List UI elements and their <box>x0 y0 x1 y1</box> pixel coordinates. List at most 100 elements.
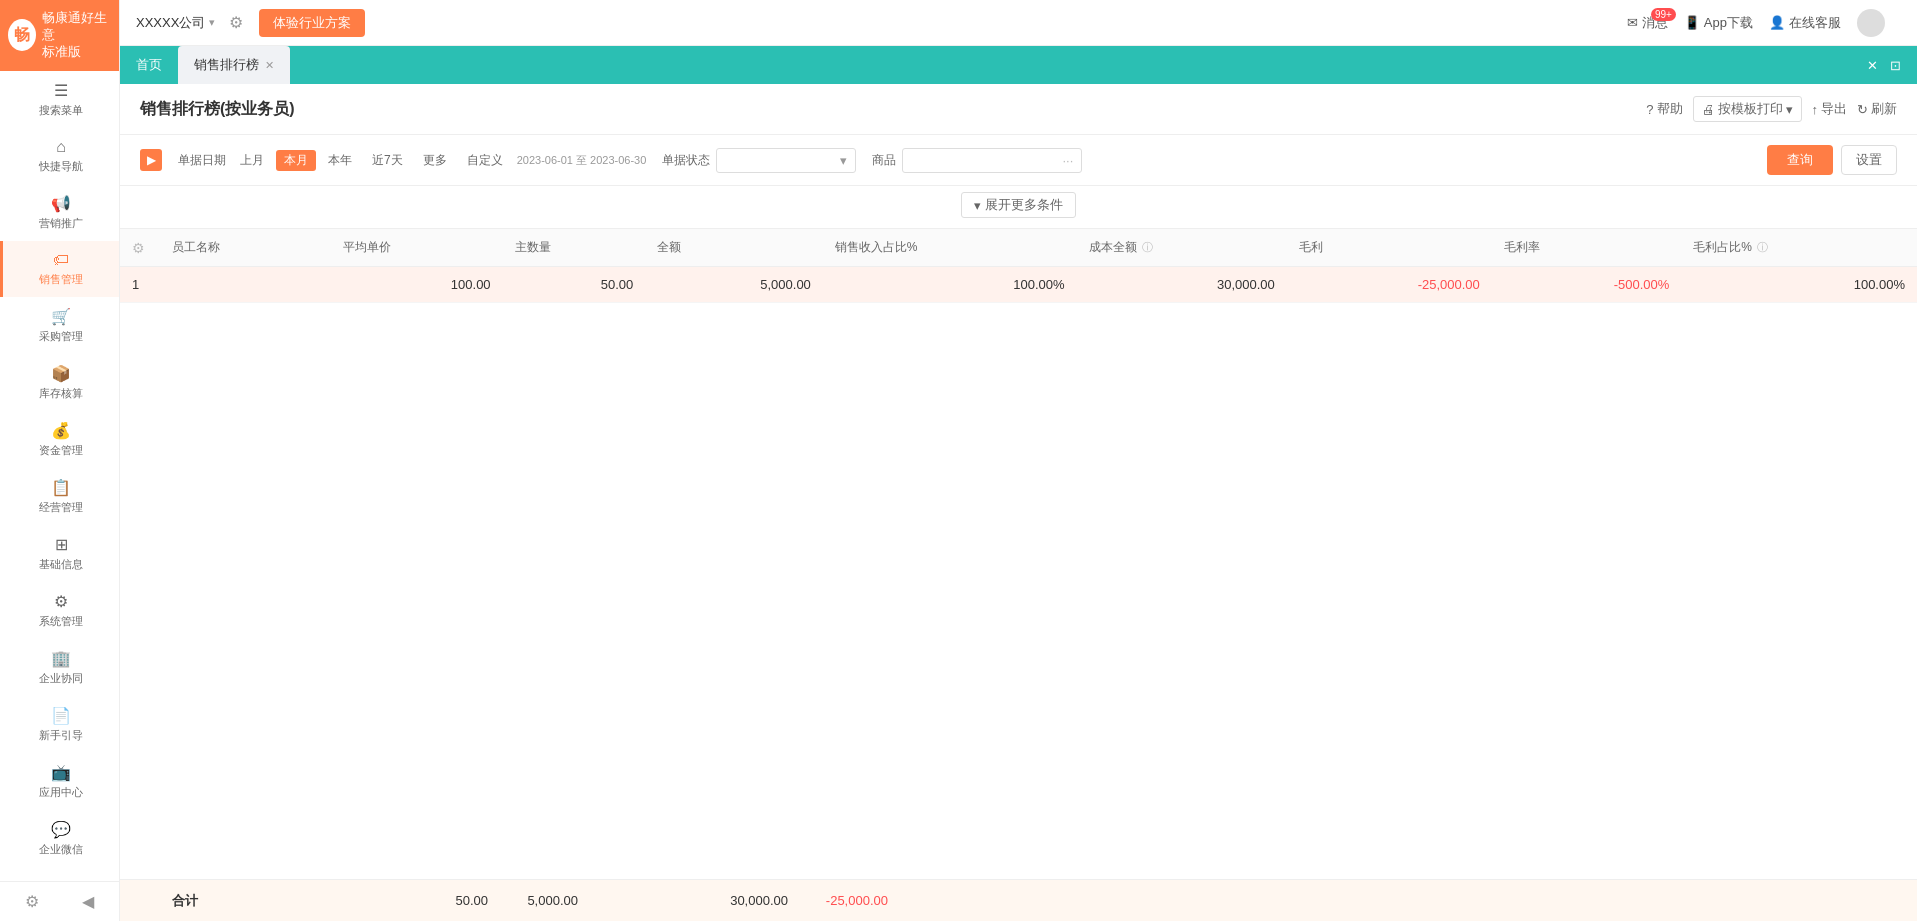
query-button[interactable]: 查询 <box>1767 145 1833 175</box>
print-icon: 🖨 <box>1702 102 1715 117</box>
status-filter-label: 单据状态 <box>662 152 710 169</box>
topbar-right: ✉ 消息 99+ 📱 App下载 👤 在线客服 <box>1627 9 1901 37</box>
tab-close-icon[interactable]: ✕ <box>265 59 274 72</box>
sidebar-item-quick-nav[interactable]: ⌂ 快捷导航 <box>0 128 119 184</box>
company-name: XXXXX公司 <box>136 14 205 32</box>
sidebar-item-search[interactable]: ☰ 搜索菜单 <box>0 71 119 128</box>
summary-gross: -25,000.00 <box>800 893 900 908</box>
print-button[interactable]: 🖨 按模板打印 ▾ <box>1693 96 1802 122</box>
logo-icon: 畅 <box>8 19 36 51</box>
settings-button[interactable]: 设置 <box>1841 145 1897 175</box>
window-maximize-icon[interactable]: ⊡ <box>1890 58 1901 73</box>
goods-input-value <box>911 153 915 168</box>
main-area: XXXXX公司 ▾ ⚙ 体验行业方案 ✉ 消息 99+ 📱 App下载 👤 在线… <box>120 0 1917 921</box>
sidebar-item-sales[interactable]: 🏷 销售管理 <box>0 241 119 297</box>
window-close-icon[interactable]: ✕ <box>1867 58 1878 73</box>
refresh-button[interactable]: ↻ 刷新 <box>1857 100 1897 118</box>
message-button[interactable]: ✉ 消息 99+ <box>1627 14 1668 32</box>
date-range-text: 2023-06-01 至 2023-06-30 <box>517 153 647 168</box>
date-option-this-year[interactable]: 本年 <box>320 150 360 171</box>
logo-text: 畅康通好生意 标准版 <box>42 10 111 61</box>
sidebar-nav: ☰ 搜索菜单 ⌂ 快捷导航 📢 营销推广 🏷 销售管理 🛒 采购管理 📦 库存核… <box>0 71 119 881</box>
sidebar: 畅 畅康通好生意 标准版 ☰ 搜索菜单 ⌂ 快捷导航 📢 营销推广 🏷 销售管理… <box>0 0 120 921</box>
sidebar-item-system[interactable]: ⚙ 系统管理 <box>0 582 119 639</box>
footer-settings-icon[interactable]: ⚙ <box>25 892 39 911</box>
company-selector[interactable]: XXXXX公司 ▾ <box>136 14 215 32</box>
sidebar-label-marketing: 营销推广 <box>39 216 83 231</box>
sidebar-label-search: 搜索菜单 <box>39 103 83 118</box>
search-menu-icon: ☰ <box>54 81 68 100</box>
filter-bar: ▶ 单据日期 上月 本月 本年 近7天 更多 自定义 2023-06-01 至 … <box>120 135 1917 186</box>
print-chevron-icon: ▾ <box>1786 102 1793 117</box>
app-download-button[interactable]: 📱 App下载 <box>1684 14 1753 32</box>
print-label: 按模板打印 <box>1718 100 1783 118</box>
home-tab-label: 首页 <box>136 56 162 74</box>
gear-icon[interactable]: ⚙ <box>229 13 243 32</box>
date-option-7days[interactable]: 近7天 <box>364 150 411 171</box>
sidebar-label-guide: 新手引导 <box>39 728 83 743</box>
summary-avg-price <box>340 893 420 908</box>
window-controls: ✕ ⊡ <box>1851 58 1917 73</box>
sidebar-label-sales: 销售管理 <box>39 272 83 287</box>
sidebar-item-enterprise[interactable]: 🏢 企业协同 <box>0 639 119 696</box>
status-chevron-icon: ▾ <box>840 153 847 168</box>
logo-line1: 畅康通好生意 <box>42 10 111 44</box>
footer-collapse-icon[interactable]: ◀ <box>82 892 94 911</box>
export-button[interactable]: ↑ 导出 <box>1812 100 1848 118</box>
sidebar-item-purchase[interactable]: 🛒 采购管理 <box>0 297 119 354</box>
sidebar-item-appstore[interactable]: 📺 应用中心 <box>0 753 119 810</box>
sidebar-item-finance[interactable]: 💰 资金管理 <box>0 411 119 468</box>
gross-ratio-info-icon[interactable]: ⓘ <box>1757 241 1768 253</box>
marketing-icon: 📢 <box>51 194 71 213</box>
date-option-last-month[interactable]: 上月 <box>232 150 272 171</box>
sidebar-item-wechat[interactable]: 💬 企业微信 <box>0 810 119 867</box>
cell-sales-ratio: 100.00% <box>823 267 1077 303</box>
th-name: 员工名称 <box>160 229 331 267</box>
sidebar-item-operation[interactable]: 📋 经营管理 <box>0 468 119 525</box>
sidebar-label-enterprise: 企业协同 <box>39 671 83 686</box>
th-amount: 全额 <box>645 229 823 267</box>
date-filter-label: 单据日期 <box>178 152 226 169</box>
enterprise-icon: 🏢 <box>51 649 71 668</box>
cell-gross-ratio: 100.00% <box>1681 267 1917 303</box>
goods-input[interactable]: ··· <box>902 148 1082 173</box>
sidebar-item-guide[interactable]: 📄 新手引导 <box>0 696 119 753</box>
th-sales-ratio: 销售收入占比% <box>823 229 1077 267</box>
cell-main-qty: 50.00 <box>503 267 646 303</box>
date-option-custom[interactable]: 自定义 <box>459 150 511 171</box>
sidebar-item-basic[interactable]: ⊞ 基础信息 <box>0 525 119 582</box>
cost-info-icon[interactable]: ⓘ <box>1142 241 1153 253</box>
sidebar-logo: 畅 畅康通好生意 标准版 <box>0 0 119 71</box>
avatar[interactable] <box>1857 9 1885 37</box>
sidebar-item-inventory[interactable]: 📦 库存核算 <box>0 354 119 411</box>
summary-amount: 5,000.00 <box>500 893 590 908</box>
basic-icon: ⊞ <box>55 535 68 554</box>
filter-toggle-button[interactable]: ▶ <box>140 149 162 171</box>
sidebar-label-basic: 基础信息 <box>39 557 83 572</box>
table-container: ⚙ 员工名称 平均单价 主数量 全额 销售收入占比% 成本全额 ⓘ 毛利 毛利率 <box>120 229 1917 879</box>
date-option-this-month[interactable]: 本月 <box>276 150 316 171</box>
filter-expand-row: ▾ 展开更多条件 <box>120 186 1917 229</box>
system-icon: ⚙ <box>54 592 68 611</box>
sidebar-label-appstore: 应用中心 <box>39 785 83 800</box>
nav-tabs: 首页 销售排行榜 ✕ ✕ ⊡ <box>120 46 1917 84</box>
tab-home[interactable]: 首页 <box>120 46 178 84</box>
sidebar-footer: ⚙ ◀ <box>0 881 119 921</box>
help-button[interactable]: ? 帮助 <box>1646 100 1682 118</box>
table-settings-icon[interactable]: ⚙ <box>132 240 145 256</box>
sidebar-label-wechat: 企业微信 <box>39 842 83 857</box>
export-label: 导出 <box>1821 100 1847 118</box>
date-option-more[interactable]: 更多 <box>415 150 455 171</box>
trial-button[interactable]: 体验行业方案 <box>259 9 365 37</box>
status-select[interactable]: ▾ <box>716 148 856 173</box>
tab-sales-rank[interactable]: 销售排行榜 ✕ <box>178 46 290 84</box>
online-service-button[interactable]: 👤 在线客服 <box>1769 14 1841 32</box>
sidebar-item-marketing[interactable]: 📢 营销推广 <box>0 184 119 241</box>
goods-filter-group: 商品 ··· <box>872 148 1082 173</box>
message-icon: ✉ <box>1627 15 1638 30</box>
th-gross-ratio: 毛利占比% ⓘ <box>1681 229 1917 267</box>
expand-label: 展开更多条件 <box>985 196 1063 214</box>
chevron-down-icon: ▾ <box>209 16 215 29</box>
expand-conditions-button[interactable]: ▾ 展开更多条件 <box>961 192 1076 218</box>
sidebar-item-vip[interactable]: V 畅会员 <box>0 867 119 881</box>
